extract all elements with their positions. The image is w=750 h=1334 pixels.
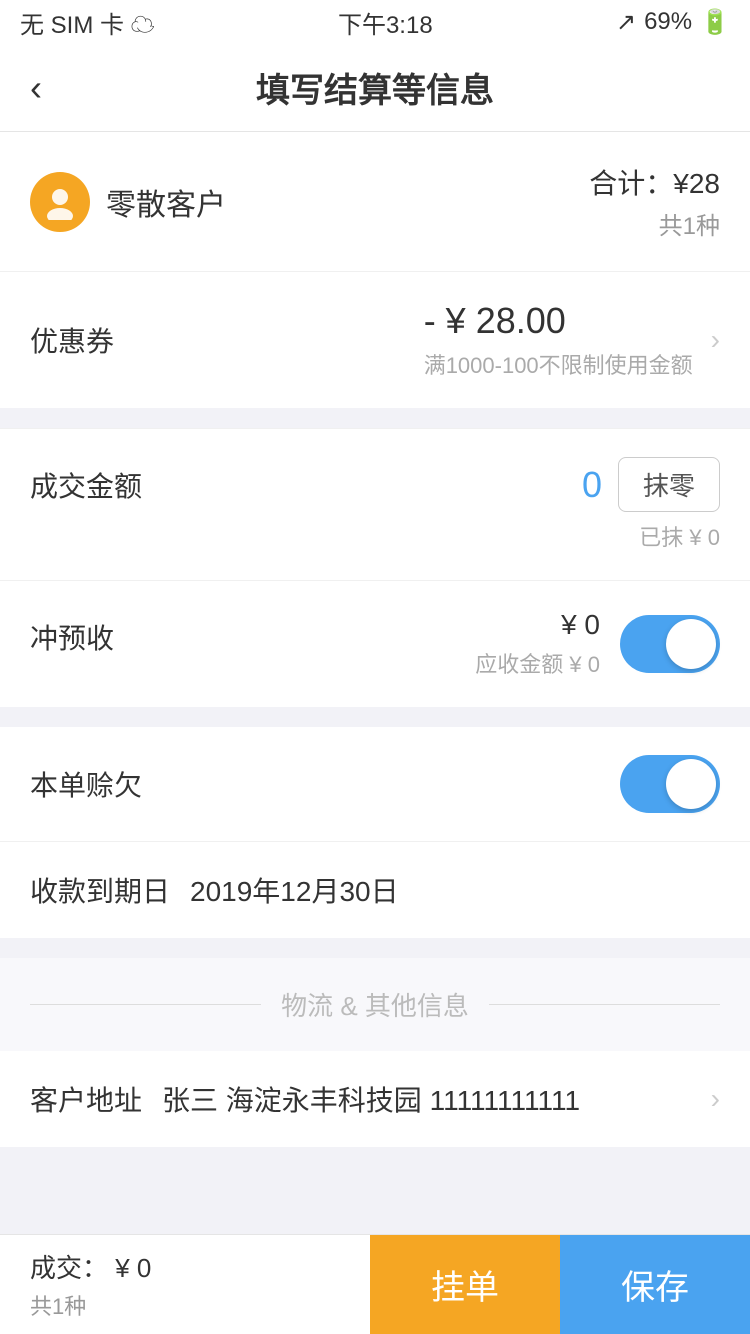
precollect-amounts: ¥ 0 应收金额 ¥ 0 [475,609,600,679]
battery-icon: 🔋 [700,8,730,37]
address-label: 客户地址 [30,1079,142,1119]
logistics-line-left [30,1004,261,1005]
coupon-label: 优惠券 [30,320,114,360]
duedate-value: 2019年12月30日 [190,870,399,910]
coupon-row[interactable]: 优惠券 - ¥ 28.00 满1000-100不限制使用金额 › [0,271,750,408]
address-row[interactable]: 客户地址 张三 海淀永丰科技园 11111111111 › [0,1051,750,1147]
bottom-summary: 成交： ¥ 0 共1种 [0,1235,370,1334]
debt-toggle-knob [666,759,716,809]
customer-count: 共1种 [589,206,720,241]
debt-row: 本单赊欠 [0,727,750,841]
deal-row: 成交金额 0 抹零 已抹 ¥ 0 [0,428,750,580]
duedate-row: 收款到期日 2019年12月30日 [0,841,750,938]
customer-name: 零散客户 [106,180,226,224]
precollect-sub: 应收金额 ¥ 0 [475,647,600,679]
precollect-right: ¥ 0 应收金额 ¥ 0 [475,609,720,679]
deal-section: 成交金额 0 抹零 已抹 ¥ 0 冲预收 ¥ 0 应收金额 ¥ 0 [0,428,750,707]
location-icon: ↗ [616,8,636,37]
debt-toggle[interactable] [620,755,720,813]
nav-bar: ‹ 填写结算等信息 [0,44,750,132]
customer-row: 零散客户 合计：¥28 共1种 [0,132,750,271]
signal-text: 无 SIM 卡 ☁ [20,5,155,40]
toggle-knob [666,619,716,669]
debt-section: 本单赊欠 收款到期日 2019年12月30日 [0,727,750,938]
coupon-chevron-icon: › [711,324,720,356]
deal-sub: 已抹 ¥ 0 [639,520,720,552]
logistics-section: 物流 & 其他信息 客户地址 张三 海淀永丰科技园 11111111111 › [0,958,750,1147]
hold-button[interactable]: 挂单 [370,1235,560,1334]
coupon-desc: 满1000-100不限制使用金额 [424,348,693,380]
bottom-bar: 成交： ¥ 0 共1种 挂单 保存 [0,1234,750,1334]
logistics-header: 物流 & 其他信息 [0,958,750,1051]
bottom-summary-count: 共1种 [30,1289,340,1321]
logistics-line-right [489,1004,720,1005]
customer-right: 合计：¥28 共1种 [589,162,720,241]
logistics-text: 物流 & 其他信息 [261,986,489,1023]
duedate-label: 收款到期日 [30,870,170,910]
address-chevron-icon: › [711,1083,720,1115]
precollect-amount: ¥ 0 [475,609,600,641]
precollect-label: 冲预收 [30,609,114,657]
page-title: 填写结算等信息 [256,63,494,112]
debt-label: 本单赊欠 [30,764,142,804]
coupon-amount: - ¥ 28.00 [424,300,693,342]
status-time: 下午3:18 [338,5,433,40]
save-button[interactable]: 保存 [560,1235,750,1334]
address-value: 张三 海淀永丰科技园 11111111111 [162,1079,703,1119]
status-left: 无 SIM 卡 ☁ [20,5,155,40]
bottom-summary-label: 成交： ¥ 0 [30,1248,340,1285]
status-bar: 无 SIM 卡 ☁ 下午3:18 ↗ 69% 🔋 [0,0,750,44]
coupon-right: - ¥ 28.00 满1000-100不限制使用金额 › [424,300,720,380]
back-button[interactable]: ‹ [30,67,42,109]
precollect-toggle[interactable] [620,615,720,673]
customer-left: 零散客户 [30,172,226,232]
round-zero-button[interactable]: 抹零 [618,457,720,512]
deal-value[interactable]: 0 [542,464,602,506]
precollect-row: 冲预收 ¥ 0 应收金额 ¥ 0 [0,580,750,707]
deal-right: 0 抹零 已抹 ¥ 0 [542,457,720,552]
status-right: ↗ 69% 🔋 [616,8,730,37]
avatar [30,172,90,232]
battery-text: 69% [644,8,692,36]
deal-label: 成交金额 [30,457,142,505]
deal-input-row: 0 抹零 [542,457,720,512]
customer-total: 合计：¥28 [589,162,720,202]
customer-section: 零散客户 合计：¥28 共1种 优惠券 - ¥ 28.00 满1000-100不… [0,132,750,408]
